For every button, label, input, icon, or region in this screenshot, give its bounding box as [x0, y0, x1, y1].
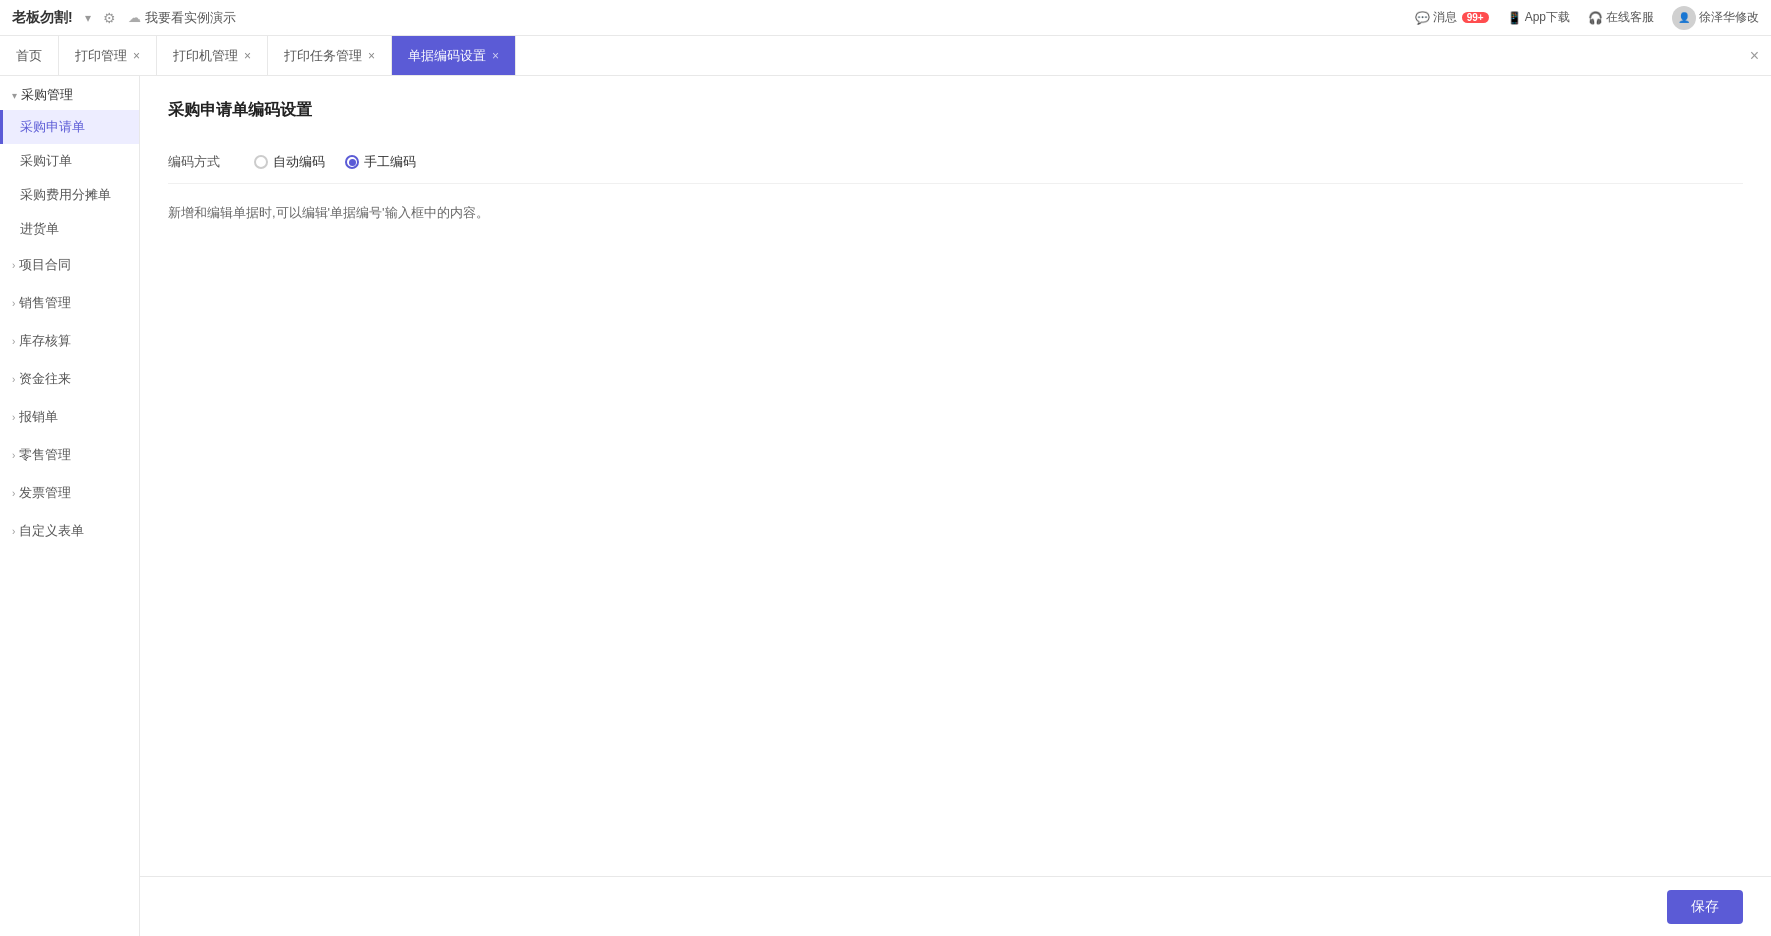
purchase-mgmt-arrow: ▾ — [12, 90, 17, 101]
sidebar-item-purchase-expense[interactable]: 采购费用分摊单 — [0, 178, 139, 212]
sidebar-group-project-contract[interactable]: › 项目合同 — [0, 246, 139, 284]
retail-mgmt-arrow: › — [12, 450, 15, 461]
sidebar-group-retail-mgmt[interactable]: › 零售管理 — [0, 436, 139, 474]
footer-bar: 保存 — [140, 876, 1771, 936]
dropdown-icon[interactable]: ▾ — [85, 11, 91, 25]
sidebar-group-purchase-mgmt[interactable]: ▾ 采购管理 — [0, 76, 139, 110]
project-contract-arrow: › — [12, 260, 15, 271]
sales-mgmt-label: 销售管理 — [19, 294, 71, 312]
sales-mgmt-arrow: › — [12, 298, 15, 309]
tab-home-label: 首页 — [16, 47, 42, 65]
tab-printer-mgmt-label: 打印机管理 — [173, 47, 238, 65]
tab-barcode-settings[interactable]: 单据编码设置 × — [392, 36, 516, 75]
page-title: 采购申请单编码设置 — [168, 100, 1743, 121]
coding-label: 编码方式 — [168, 153, 238, 171]
tab-bar: 首页 打印管理 × 打印机管理 × 打印任务管理 × 单据编码设置 × × — [0, 36, 1771, 76]
message-badge: 99+ — [1462, 12, 1489, 23]
save-button[interactable]: 保存 — [1667, 890, 1743, 924]
message-icon: 💬 — [1415, 11, 1430, 25]
returns-arrow: › — [12, 412, 15, 423]
tab-print-mgmt[interactable]: 打印管理 × — [59, 36, 157, 75]
sidebar-group-inventory[interactable]: › 库存核算 — [0, 322, 139, 360]
online-service-label: 在线客服 — [1606, 9, 1654, 26]
radio-group: 自动编码 手工编码 — [254, 153, 416, 171]
top-bar-left: 老板勿割! ▾ ⚙ ☁ 我要看实例演示 — [12, 9, 236, 27]
message-button[interactable]: 💬 消息 99+ — [1415, 9, 1489, 26]
gear-icon[interactable]: ⚙ — [103, 10, 116, 26]
sidebar: ▾ 采购管理 采购申请单 采购订单 采购费用分摊单 进货单 › 项目合同 › 销… — [0, 76, 140, 936]
app-icon: 📱 — [1507, 11, 1522, 25]
user-menu[interactable]: 👤 徐泽华修改 — [1672, 6, 1759, 30]
tab-home[interactable]: 首页 — [0, 36, 59, 75]
app-download-label: App下载 — [1525, 9, 1570, 26]
tab-print-task-mgmt-close[interactable]: × — [368, 49, 375, 63]
purchase-request-label: 采购申请单 — [20, 119, 85, 134]
username: 徐泽华修改 — [1699, 9, 1759, 26]
tab-print-mgmt-close[interactable]: × — [133, 49, 140, 63]
manual-code-label: 手工编码 — [364, 153, 416, 171]
sidebar-group-invoice-mgmt[interactable]: › 发票管理 — [0, 474, 139, 512]
sidebar-item-purchase-order[interactable]: 采购订单 — [0, 144, 139, 178]
project-contract-label: 项目合同 — [19, 256, 71, 274]
headset-icon: 🎧 — [1588, 11, 1603, 25]
sidebar-item-stock-in[interactable]: 进货单 — [0, 212, 139, 246]
sidebar-group-custom-forms[interactable]: › 自定义表单 — [0, 512, 139, 550]
sidebar-group-fund-flow[interactable]: › 资金往来 — [0, 360, 139, 398]
content-inner: 采购申请单编码设置 编码方式 自动编码 手工编码 新增和编辑单据时,可以编辑'单… — [140, 76, 1771, 876]
retail-mgmt-label: 零售管理 — [19, 446, 71, 464]
avatar: 👤 — [1672, 6, 1696, 30]
tab-barcode-settings-close[interactable]: × — [492, 49, 499, 63]
sidebar-item-purchase-request[interactable]: 采购申请单 — [0, 110, 139, 144]
radio-auto-code-circle — [254, 155, 268, 169]
sidebar-group-returns[interactable]: › 报销单 — [0, 398, 139, 436]
main-layout: ▾ 采购管理 采购申请单 采购订单 采购费用分摊单 进货单 › 项目合同 › 销… — [0, 76, 1771, 936]
inventory-arrow: › — [12, 336, 15, 347]
fund-flow-arrow: › — [12, 374, 15, 385]
tab-printer-mgmt[interactable]: 打印机管理 × — [157, 36, 268, 75]
inventory-label: 库存核算 — [19, 332, 71, 350]
tab-bar-close-all[interactable]: × — [1738, 36, 1771, 75]
custom-forms-arrow: › — [12, 526, 15, 537]
invoice-mgmt-arrow: › — [12, 488, 15, 499]
top-bar-right: 💬 消息 99+ 📱 App下载 🎧 在线客服 👤 徐泽华修改 — [1415, 6, 1759, 30]
demo-link[interactable]: ☁ 我要看实例演示 — [128, 9, 236, 27]
top-bar: 老板勿割! ▾ ⚙ ☁ 我要看实例演示 💬 消息 99+ 📱 App下载 🎧 在… — [0, 0, 1771, 36]
coding-row: 编码方式 自动编码 手工编码 — [168, 141, 1743, 184]
stock-in-label: 进货单 — [20, 221, 59, 236]
custom-forms-label: 自定义表单 — [19, 522, 84, 540]
logo-text: 老板勿割! — [12, 9, 73, 27]
returns-label: 报销单 — [19, 408, 58, 426]
auto-code-label: 自动编码 — [273, 153, 325, 171]
tab-printer-mgmt-close[interactable]: × — [244, 49, 251, 63]
purchase-mgmt-label: 采购管理 — [21, 86, 73, 104]
content-area: 采购申请单编码设置 编码方式 自动编码 手工编码 新增和编辑单据时,可以编辑'单… — [140, 76, 1771, 936]
tab-print-task-mgmt-label: 打印任务管理 — [284, 47, 362, 65]
sidebar-group-sales-mgmt[interactable]: › 销售管理 — [0, 284, 139, 322]
info-text: 新增和编辑单据时,可以编辑'单据编号'输入框中的内容。 — [168, 204, 1743, 222]
purchase-order-label: 采购订单 — [20, 153, 72, 168]
message-label: 消息 — [1433, 9, 1457, 26]
radio-manual-code-circle — [345, 155, 359, 169]
radio-auto-code[interactable]: 自动编码 — [254, 153, 325, 171]
tab-print-mgmt-label: 打印管理 — [75, 47, 127, 65]
tab-barcode-settings-label: 单据编码设置 — [408, 47, 486, 65]
fund-flow-label: 资金往来 — [19, 370, 71, 388]
online-service-button[interactable]: 🎧 在线客服 — [1588, 9, 1654, 26]
invoice-mgmt-label: 发票管理 — [19, 484, 71, 502]
tab-print-task-mgmt[interactable]: 打印任务管理 × — [268, 36, 392, 75]
radio-manual-code[interactable]: 手工编码 — [345, 153, 416, 171]
purchase-expense-label: 采购费用分摊单 — [20, 187, 111, 202]
app-download-button[interactable]: 📱 App下载 — [1507, 9, 1570, 26]
